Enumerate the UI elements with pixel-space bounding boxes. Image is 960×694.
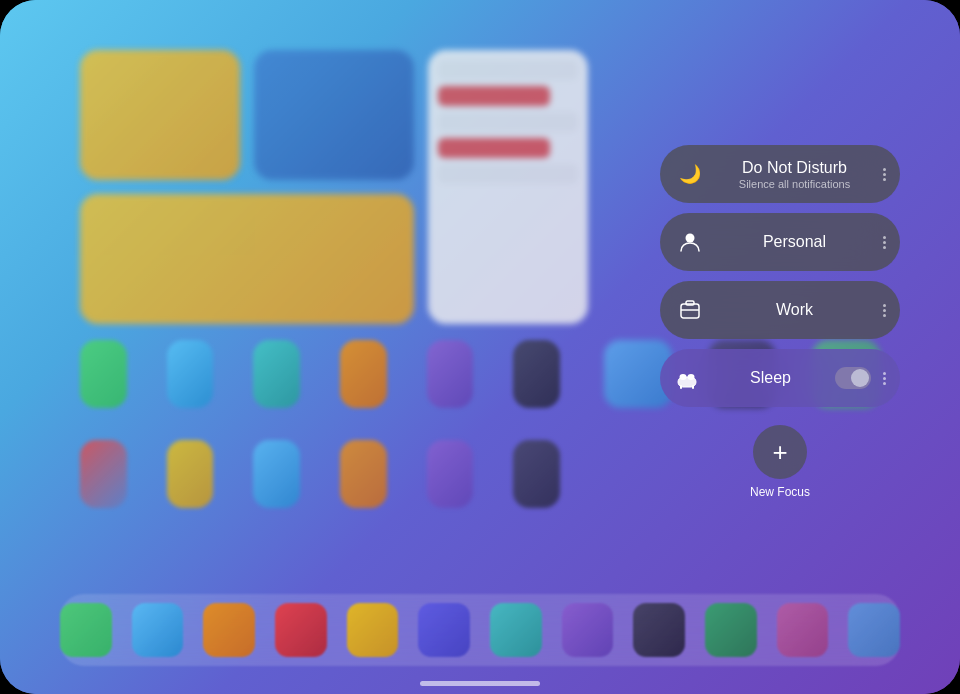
sleep-more-button[interactable] [883,372,886,385]
personal-more-button[interactable] [883,236,886,249]
work-more-button[interactable] [883,304,886,317]
new-focus-label: New Focus [750,485,810,499]
focus-row-dnd[interactable]: 🌙 Do Not Disturb Silence all notificatio… [660,145,900,203]
widget-yellow [80,50,240,180]
focus-row-personal[interactable]: Personal [660,213,900,271]
new-focus-area: + New Focus [660,425,900,499]
dock [60,594,900,666]
sleep-icon [674,362,706,394]
dock-icon-1 [60,603,112,657]
svg-rect-1 [681,304,699,318]
widget-list-item [438,60,578,80]
app-icon-blue2 [253,440,300,508]
app-icon-messages [80,340,127,408]
moon-icon: 🌙 [674,158,706,190]
dock-icon-9 [633,603,685,657]
person-icon [674,226,706,258]
widgets-area [80,50,560,330]
dock-icon-11 [777,603,829,657]
focus-row-sleep[interactable]: Sleep [660,349,900,407]
app-icons-row2 [80,440,560,508]
dock-icon-7 [490,603,542,657]
plus-icon: + [772,439,787,465]
widget-list-item-red [438,86,550,106]
dock-icon-12 [848,603,900,657]
personal-label: Personal [763,233,826,251]
ipad-frame: 🌙 Do Not Disturb Silence all notificatio… [0,0,960,694]
widget-yellow2 [80,194,414,324]
dock-icon-2 [132,603,184,657]
sleep-label-wrap: Sleep [716,369,825,387]
widget-list-item-2 [438,112,578,132]
dnd-label-wrap: Do Not Disturb Silence all notifications [716,159,873,190]
new-focus-button[interactable]: + [753,425,807,479]
svg-rect-8 [680,385,682,389]
svg-rect-2 [686,301,694,305]
work-icon [674,294,706,326]
personal-label-wrap: Personal [716,233,873,251]
sleep-toggle-knob [851,369,869,387]
dnd-subtitle: Silence all notifications [739,178,850,190]
widget-blue [254,50,414,180]
home-bar [420,681,540,686]
widget-list [428,50,588,324]
app-icon-red [80,440,127,508]
dock-icon-6 [418,603,470,657]
app-icon-purple [427,340,474,408]
dock-icon-5 [347,603,399,657]
widget-list-item-3 [438,164,578,184]
svg-rect-9 [692,385,694,389]
app-icon-teal [253,340,300,408]
dock-icon-10 [705,603,757,657]
app-icons-row [80,340,560,408]
svg-point-0 [686,234,695,243]
dock-icon-8 [562,603,614,657]
dock-icon-4 [275,603,327,657]
app-icon-files [167,340,214,408]
work-label: Work [776,301,813,319]
svg-point-7 [688,374,695,380]
dock-icon-3 [203,603,255,657]
focus-panel: 🌙 Do Not Disturb Silence all notificatio… [660,145,900,499]
svg-point-6 [680,374,687,380]
app-icon-dark2 [513,440,560,508]
app-icon-orange2 [340,440,387,508]
sleep-toggle[interactable] [835,367,871,389]
app-icon-yellow-small [167,440,214,508]
dnd-label: Do Not Disturb [742,159,847,177]
app-icon-orange [340,340,387,408]
dnd-more-button[interactable] [883,168,886,181]
sleep-label: Sleep [750,369,791,387]
app-icon-purple2 [427,440,474,508]
app-icon-dark [513,340,560,408]
focus-row-work[interactable]: Work [660,281,900,339]
widget-list-item-red2 [438,138,550,158]
work-label-wrap: Work [716,301,873,319]
